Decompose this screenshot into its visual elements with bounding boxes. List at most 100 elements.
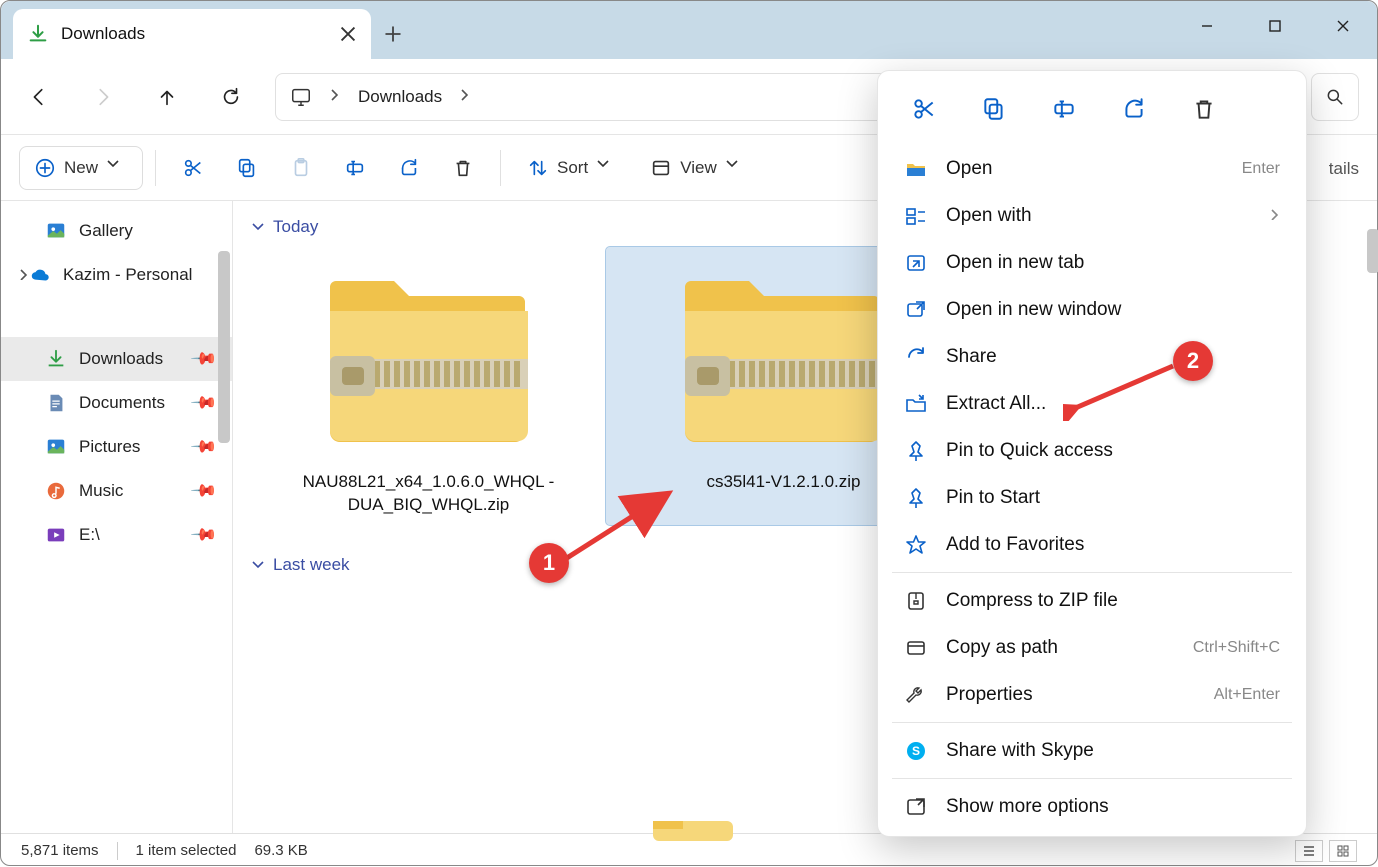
chevron-right-icon[interactable]: [17, 265, 29, 285]
plus-circle-icon: [34, 157, 56, 179]
annotation-arrow: [549, 403, 869, 573]
delete-button[interactable]: [1184, 89, 1224, 129]
download-icon: [27, 23, 49, 45]
svg-text:S: S: [912, 744, 920, 758]
copy-path-icon: [904, 636, 928, 660]
minimize-button[interactable]: [1173, 1, 1241, 51]
sidebar-label: Music: [79, 481, 123, 501]
trash-icon: [452, 157, 474, 179]
sidebar-label: Downloads: [79, 349, 163, 369]
skype-icon: S: [904, 739, 928, 763]
copy-button[interactable]: [222, 146, 272, 190]
forward-button[interactable]: [83, 77, 123, 117]
details-view-button[interactable]: [1295, 840, 1323, 862]
sort-button[interactable]: Sort: [513, 146, 632, 190]
close-window-button[interactable]: [1309, 1, 1377, 51]
tab-downloads[interactable]: Downloads: [13, 9, 371, 59]
sidebar-scrollbar[interactable]: [218, 251, 230, 443]
back-button[interactable]: [19, 77, 59, 117]
rename-button[interactable]: [1044, 89, 1084, 129]
share-button[interactable]: [1114, 89, 1154, 129]
sidebar-item-pictures[interactable]: Pictures 📌: [1, 425, 232, 469]
close-tab-button[interactable]: [339, 25, 357, 43]
up-button[interactable]: [147, 77, 187, 117]
separator: [892, 778, 1292, 779]
chevron-right-icon: [328, 87, 342, 107]
new-tab-icon: [904, 251, 928, 275]
details-pane-label-peek: tails: [1329, 159, 1359, 179]
menu-item-open-with[interactable]: Open with: [882, 192, 1302, 239]
group-label: Today: [273, 217, 318, 237]
view-button[interactable]: View: [636, 146, 761, 190]
menu-item-copy-path[interactable]: Copy as path Ctrl+Shift+C: [882, 624, 1302, 671]
share-button[interactable]: [384, 146, 434, 190]
video-icon: [45, 524, 67, 546]
menu-item-share-skype[interactable]: S Share with Skype: [882, 727, 1302, 774]
sidebar-item-music[interactable]: Music 📌: [1, 469, 232, 513]
pin-icon: 📌: [189, 476, 218, 505]
refresh-button[interactable]: [211, 77, 251, 117]
separator: [892, 572, 1292, 573]
view-icon: [650, 157, 672, 179]
menu-item-open-new-window[interactable]: Open in new window: [882, 286, 1302, 333]
separator: [155, 150, 156, 186]
delete-button[interactable]: [438, 146, 488, 190]
scissors-icon: [911, 96, 937, 122]
share-icon: [1121, 96, 1147, 122]
menu-item-compress-zip[interactable]: Compress to ZIP file: [882, 577, 1302, 624]
separator: [500, 150, 501, 186]
chevron-right-icon: [1268, 207, 1280, 225]
copy-icon: [236, 157, 258, 179]
window-controls: [1173, 1, 1377, 51]
rename-icon: [1051, 96, 1077, 122]
sidebar-item-downloads[interactable]: Downloads 📌: [1, 337, 232, 381]
cut-button[interactable]: [168, 146, 218, 190]
search-icon: [1325, 87, 1345, 107]
menu-item-pin-quick-access[interactable]: Pin to Quick access: [882, 427, 1302, 474]
cut-button[interactable]: [904, 89, 944, 129]
view-mode-toggle: [1295, 840, 1357, 862]
view-label: View: [680, 158, 717, 178]
rename-button[interactable]: [330, 146, 380, 190]
separator: [892, 722, 1292, 723]
maximize-button[interactable]: [1241, 1, 1309, 51]
breadcrumb-location[interactable]: Downloads: [358, 87, 442, 107]
sidebar-label: E:\: [79, 525, 100, 545]
music-icon: [45, 480, 67, 502]
copy-button[interactable]: [974, 89, 1014, 129]
menu-item-open[interactable]: Open Enter: [882, 145, 1302, 192]
selection-size: 69.3 KB: [254, 842, 307, 859]
content-scrollbar[interactable]: [1367, 229, 1378, 273]
menu-item-add-favorites[interactable]: Add to Favorites: [882, 521, 1302, 568]
chevron-down-icon: [251, 558, 265, 572]
menu-item-show-more[interactable]: Show more options: [882, 783, 1302, 830]
pin-icon: [904, 486, 928, 510]
menu-item-properties[interactable]: Properties Alt+Enter: [882, 671, 1302, 718]
sidebar-item-documents[interactable]: Documents 📌: [1, 381, 232, 425]
pin-icon: 📌: [189, 388, 218, 417]
menu-item-open-new-tab[interactable]: Open in new tab: [882, 239, 1302, 286]
paste-button[interactable]: [276, 146, 326, 190]
file-name: NAU88L21_x64_1.0.6.0_WHQL -DUA_BIQ_WHQL.…: [259, 471, 598, 517]
sidebar-label: Documents: [79, 393, 165, 413]
clipboard-icon: [290, 157, 312, 179]
sidebar-item-gallery[interactable]: Gallery: [1, 209, 232, 253]
gallery-icon: [45, 220, 67, 242]
icons-view-button[interactable]: [1329, 840, 1357, 862]
menu-item-pin-start[interactable]: Pin to Start: [882, 474, 1302, 521]
new-button[interactable]: New: [19, 146, 143, 190]
sidebar-item-onedrive[interactable]: Kazim - Personal: [1, 253, 232, 297]
sidebar-item-edrive[interactable]: E:\ 📌: [1, 513, 232, 557]
star-icon: [904, 533, 928, 557]
title-bar: Downloads: [1, 1, 1377, 59]
context-menu: Open Enter Open with Open in new tab Ope…: [877, 70, 1307, 837]
download-icon: [45, 348, 67, 370]
item-count: 5,871 items: [21, 842, 99, 859]
annotation-badge-2: 2: [1173, 341, 1213, 381]
search-button[interactable]: [1311, 73, 1359, 121]
partial-folder-icon: [633, 821, 753, 841]
new-tab-button[interactable]: [371, 9, 415, 59]
cloud-icon: [29, 264, 51, 286]
chevron-down-icon: [596, 157, 618, 179]
chevron-down-icon: [725, 157, 747, 179]
